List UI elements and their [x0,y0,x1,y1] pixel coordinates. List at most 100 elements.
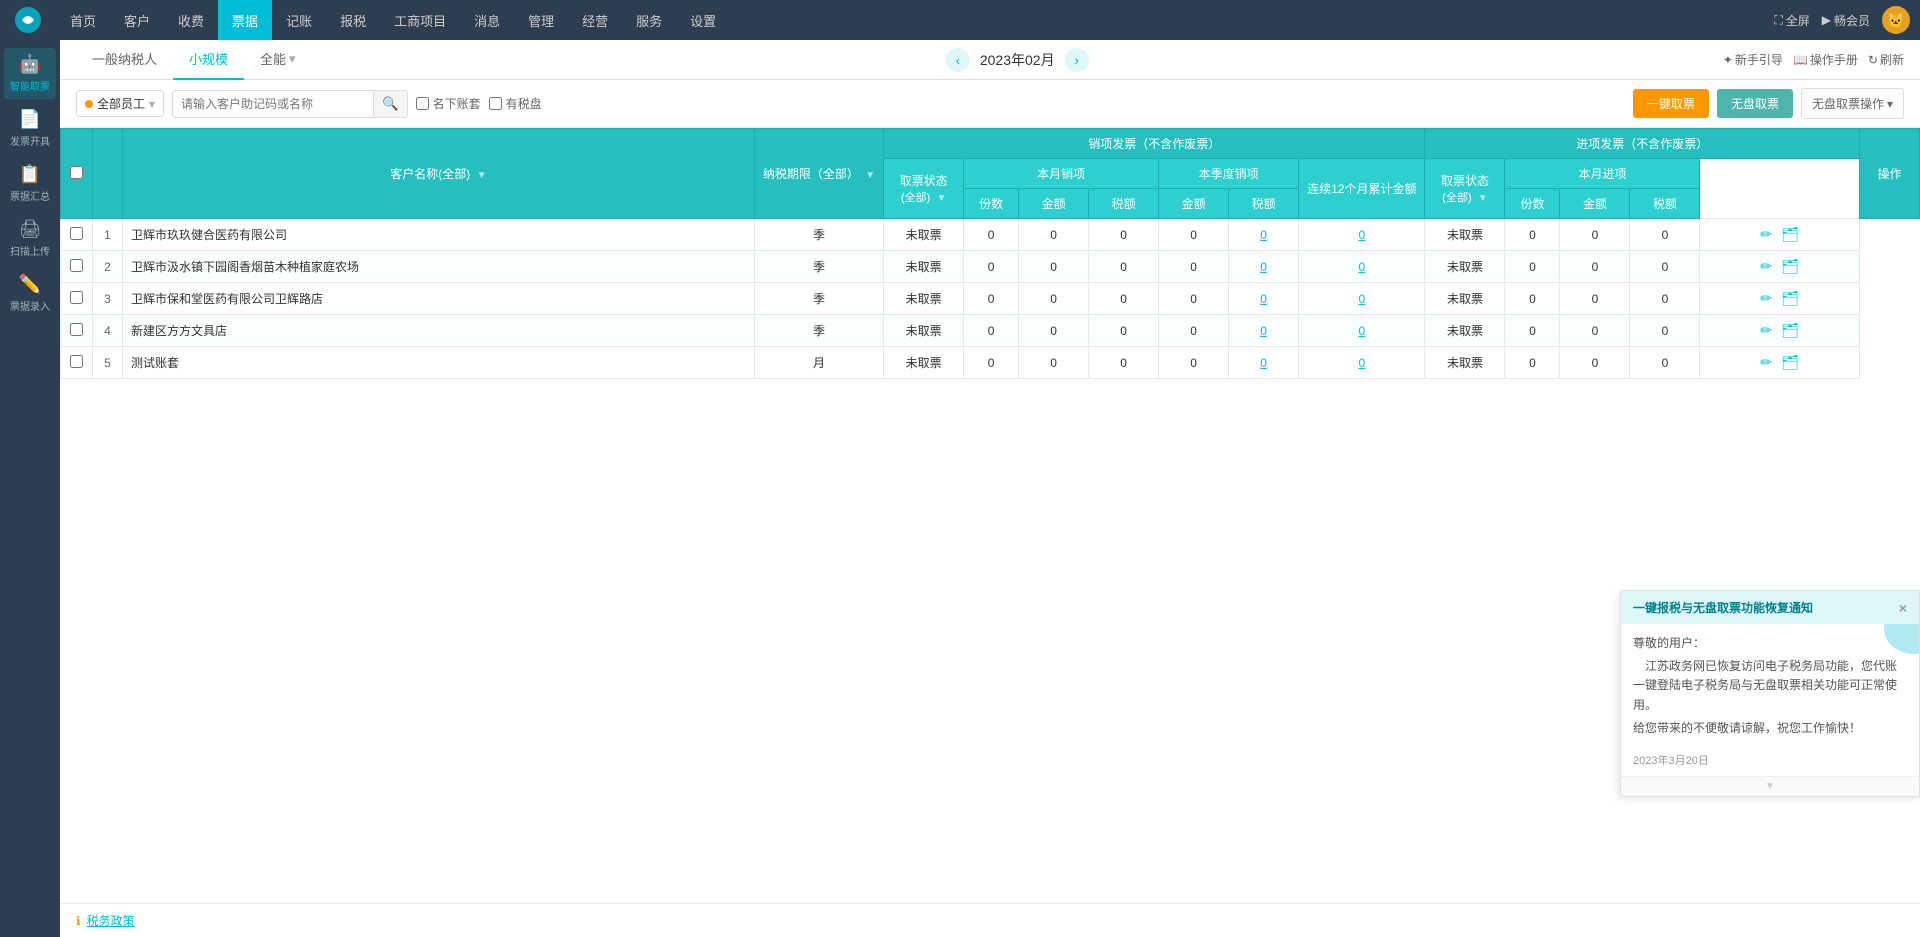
nav-business[interactable]: 工商项目 [380,0,460,40]
detail-icon[interactable]: 🗂 [1778,322,1802,338]
month-sales-tax-cell: 0 [1089,283,1159,315]
nav-manage[interactable]: 管理 [514,0,568,40]
row-checkbox-cell[interactable] [61,347,93,379]
search-input[interactable] [173,92,373,116]
quarter-sales-tax-link[interactable]: 0 [1260,292,1267,306]
fullscreen-icon: ⛶ [1774,13,1782,28]
notification-title: 一键报税与无盘取票功能恢复通知 [1633,599,1813,616]
nav-fee[interactable]: 收费 [164,0,218,40]
refresh-link[interactable]: ↻ 刷新 [1868,51,1904,68]
action-cell: ✏ 🗂 [1700,347,1860,379]
col-tax-period: 纳税期限（全部） [763,167,859,181]
fetch-status-input-filter-icon[interactable]: ▼ [1478,193,1488,204]
no-disk-fetch-btn[interactable]: 无盘取票 [1717,89,1793,118]
nav-message[interactable]: 消息 [460,0,514,40]
toolbar: 全部员工 ▾ 🔍 名下账套 有税盘 一键取票 无盘取票 [60,80,1920,128]
nav-operation[interactable]: 经营 [568,0,622,40]
cumulative12-link[interactable]: 0 [1358,356,1365,370]
detail-icon[interactable]: 🗂 [1778,354,1802,370]
checkbox-has-tax-disk[interactable]: 有税盘 [489,95,542,112]
select-all-checkbox[interactable] [70,166,83,179]
row-checkbox-cell[interactable] [61,251,93,283]
quarter-sales-tax-link[interactable]: 0 [1260,260,1267,274]
app-logo[interactable] [10,2,46,38]
cumulative12-link[interactable]: 0 [1358,228,1365,242]
manual-link[interactable]: 📖 操作手册 [1793,51,1858,68]
tax-policy-link[interactable]: 税务政策 [87,912,135,929]
edit-icon[interactable]: ✏ [1757,290,1775,306]
quarter-sales-tax-cell: 0 [1229,283,1299,315]
sidebar-item-invoice-entry[interactable]: ✏️ 票据录入 [4,268,56,319]
tab-all[interactable]: 全能 ▾ [244,40,312,80]
notification-popup: 一键报税与无盘取票功能恢复通知 × 尊敬的用户： 江苏政务网已恢复访问电子税务局… [1620,590,1920,797]
tab-general-taxpayer[interactable]: 一般纳税人 [76,40,173,80]
sidebar-item-invoice-summary[interactable]: 📋 票据汇总 [4,158,56,209]
notification-closing: 给您带来的不便敬请谅解，祝您工作愉快！ [1633,719,1907,738]
sidebar-item-smart-fetch[interactable]: 🤖 智能取票 [4,48,56,99]
row-checkbox[interactable] [70,355,83,368]
cumulative12-cell: 0 [1299,315,1425,347]
tab-small-scale[interactable]: 小规模 [173,40,244,80]
row-checkbox[interactable] [70,227,83,240]
edit-icon[interactable]: ✏ [1757,354,1775,370]
new-guide-icon: ✦ [1723,53,1733,67]
detail-icon[interactable]: 🗂 [1778,226,1802,242]
row-checkbox-cell[interactable] [61,315,93,347]
nav-bookkeeping[interactable]: 记账 [272,0,326,40]
fetch-status-sales-filter-icon[interactable]: ▼ [936,193,946,204]
sidebar-item-issue-invoice[interactable]: 📄 发票开具 [4,103,56,154]
no-disk-ops-btn[interactable]: 无盘取票操作 ▾ [1801,88,1904,119]
quarter-sales-tax-link[interactable]: 0 [1260,228,1267,242]
prev-month-btn[interactable]: ‹ [946,48,970,72]
nav-invoice[interactable]: 票据 [218,0,272,40]
sidebar-item-scan-upload[interactable]: 🖨 扫描上传 [4,213,56,264]
quarter-sales-tax-link[interactable]: 0 [1260,324,1267,338]
quarter-sales-tax-link[interactable]: 0 [1260,356,1267,370]
employee-select[interactable]: 全部员工 ▾ [76,90,164,117]
one-key-fetch-btn[interactable]: 一键取票 [1633,89,1709,118]
tax-period-filter-icon[interactable]: ▼ [865,170,875,181]
vip-btn[interactable]: ▶ 畅会员 [1822,12,1870,29]
cumulative12-link[interactable]: 0 [1358,260,1365,274]
cumulative12-link[interactable]: 0 [1358,324,1365,338]
user-avatar[interactable]: 🐱 [1882,6,1910,34]
edit-icon[interactable]: ✏ [1757,322,1775,338]
nav-tax[interactable]: 报税 [326,0,380,40]
month-input-amount-cell: 0 [1560,347,1630,379]
cumulative12-link[interactable]: 0 [1358,292,1365,306]
col-fetch-status-sales: 取票状态 [900,174,948,188]
nav-home[interactable]: 首页 [56,0,110,40]
col-month-input: 本月进项 [1578,167,1626,181]
next-month-btn[interactable]: › [1065,48,1089,72]
own-accounts-checkbox[interactable] [416,97,429,110]
search-button[interactable]: 🔍 [373,91,407,117]
notification-close-btn[interactable]: × [1899,600,1907,616]
row-checkbox-cell[interactable] [61,219,93,251]
sidebar-item-label: 智能取票 [10,78,50,93]
row-checkbox[interactable] [70,323,83,336]
cumulative12-cell: 0 [1299,219,1425,251]
manual-label: 操作手册 [1810,51,1858,68]
detail-icon[interactable]: 🗂 [1778,258,1802,274]
month-input-tax-cell: 0 [1630,251,1700,283]
new-guide-link[interactable]: ✦ 新手引导 [1723,51,1783,68]
edit-icon[interactable]: ✏ [1757,258,1775,274]
nav-client[interactable]: 客户 [110,0,164,40]
new-guide-label: 新手引导 [1735,51,1783,68]
checkbox-own-accounts[interactable]: 名下账套 [416,95,481,112]
row-checkbox[interactable] [70,291,83,304]
nav-settings[interactable]: 设置 [676,0,730,40]
detail-icon[interactable]: 🗂 [1778,290,1802,306]
client-name-filter-icon[interactable]: ▼ [477,170,487,181]
client-name-cell: 测试账套 [123,347,755,379]
edit-icon[interactable]: ✏ [1757,226,1775,242]
fetch-status-sales-cell: 未取票 [884,251,964,283]
fetch-status-input-cell: 未取票 [1425,283,1505,315]
row-checkbox-cell[interactable] [61,283,93,315]
col-operations: 操作 [1877,167,1901,181]
fullscreen-btn[interactable]: ⛶ 全屏 [1774,12,1809,29]
nav-service[interactable]: 服务 [622,0,676,40]
row-checkbox[interactable] [70,259,83,272]
month-sales-amount-cell: 0 [1019,315,1089,347]
has-tax-disk-checkbox[interactable] [489,97,502,110]
